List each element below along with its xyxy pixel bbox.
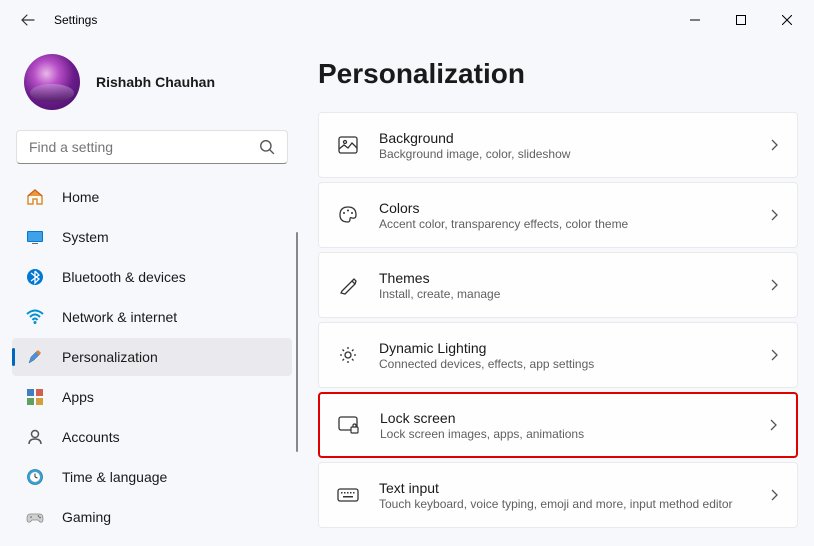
chevron-right-icon [769, 348, 779, 362]
card-lock-screen[interactable]: Lock screen Lock screen images, apps, an… [318, 392, 798, 458]
chevron-right-icon [769, 488, 779, 502]
nav-bluetooth[interactable]: Bluetooth & devices [12, 258, 292, 296]
nav-label: Apps [62, 389, 94, 405]
search-icon [259, 139, 275, 155]
card-subtitle: Accent color, transparency effects, colo… [379, 217, 749, 231]
back-button[interactable] [18, 10, 38, 30]
nav-label: Gaming [62, 509, 111, 525]
card-title: Lock screen [380, 410, 748, 426]
colors-icon [337, 204, 359, 226]
paint-icon [26, 348, 44, 366]
card-title: Dynamic Lighting [379, 340, 749, 356]
nav-home[interactable]: Home [12, 178, 292, 216]
page-title: Personalization [318, 58, 798, 90]
apps-icon [26, 388, 44, 406]
app-title: Settings [54, 13, 97, 27]
card-subtitle: Background image, color, slideshow [379, 147, 749, 161]
search-box[interactable] [16, 130, 288, 164]
card-subtitle: Touch keyboard, voice typing, emoji and … [379, 497, 749, 511]
card-colors[interactable]: Colors Accent color, transparency effect… [318, 182, 798, 248]
nav-label: Personalization [62, 349, 158, 365]
home-icon [26, 188, 44, 206]
bluetooth-icon [26, 268, 44, 286]
chevron-right-icon [768, 418, 778, 432]
close-button[interactable] [764, 4, 810, 36]
maximize-icon [736, 15, 746, 25]
accounts-icon [26, 428, 44, 446]
card-title: Background [379, 130, 749, 146]
card-dynamic-lighting[interactable]: Dynamic Lighting Connected devices, effe… [318, 322, 798, 388]
nav-gaming[interactable]: Gaming [12, 498, 292, 536]
chevron-right-icon [769, 208, 779, 222]
chevron-right-icon [769, 278, 779, 292]
lock-screen-icon [338, 414, 360, 436]
nav-time[interactable]: Time & language [12, 458, 292, 496]
nav-accounts[interactable]: Accounts [12, 418, 292, 456]
system-icon [26, 228, 44, 246]
card-subtitle: Install, create, manage [379, 287, 749, 301]
nav-network[interactable]: Network & internet [12, 298, 292, 336]
nav-label: System [62, 229, 109, 245]
titlebar: Settings [0, 0, 814, 40]
card-subtitle: Connected devices, effects, app settings [379, 357, 749, 371]
card-themes[interactable]: Themes Install, create, manage [318, 252, 798, 318]
card-background[interactable]: Background Background image, color, slid… [318, 112, 798, 178]
back-arrow-icon [20, 12, 36, 28]
card-subtitle: Lock screen images, apps, animations [380, 427, 748, 441]
sidebar: Rishabh Chauhan Home System Bluetooth & … [0, 40, 300, 546]
avatar [24, 54, 80, 110]
minimize-icon [690, 15, 700, 25]
nav-label: Accounts [62, 429, 120, 445]
nav-apps[interactable]: Apps [12, 378, 292, 416]
chevron-right-icon [769, 138, 779, 152]
nav-label: Bluetooth & devices [62, 269, 186, 285]
card-title: Themes [379, 270, 749, 286]
close-icon [782, 15, 792, 25]
card-title: Text input [379, 480, 749, 496]
username: Rishabh Chauhan [96, 74, 215, 90]
nav-list: Home System Bluetooth & devices Network … [12, 178, 292, 536]
nav-label: Time & language [62, 469, 167, 485]
card-text-input[interactable]: Text input Touch keyboard, voice typing,… [318, 462, 798, 528]
nav-label: Home [62, 189, 99, 205]
wifi-icon [26, 308, 44, 326]
nav-personalization[interactable]: Personalization [12, 338, 292, 376]
gaming-icon [26, 508, 44, 526]
themes-icon [337, 274, 359, 296]
background-icon [337, 134, 359, 156]
nav-label: Network & internet [62, 309, 177, 325]
keyboard-icon [337, 484, 359, 506]
main-content: Personalization Background Background im… [300, 40, 814, 546]
scrollbar[interactable] [296, 232, 298, 452]
maximize-button[interactable] [718, 4, 764, 36]
nav-system[interactable]: System [12, 218, 292, 256]
card-title: Colors [379, 200, 749, 216]
search-input[interactable] [29, 139, 259, 155]
user-section[interactable]: Rishabh Chauhan [12, 40, 292, 130]
clock-icon [26, 468, 44, 486]
lighting-icon [337, 344, 359, 366]
minimize-button[interactable] [672, 4, 718, 36]
